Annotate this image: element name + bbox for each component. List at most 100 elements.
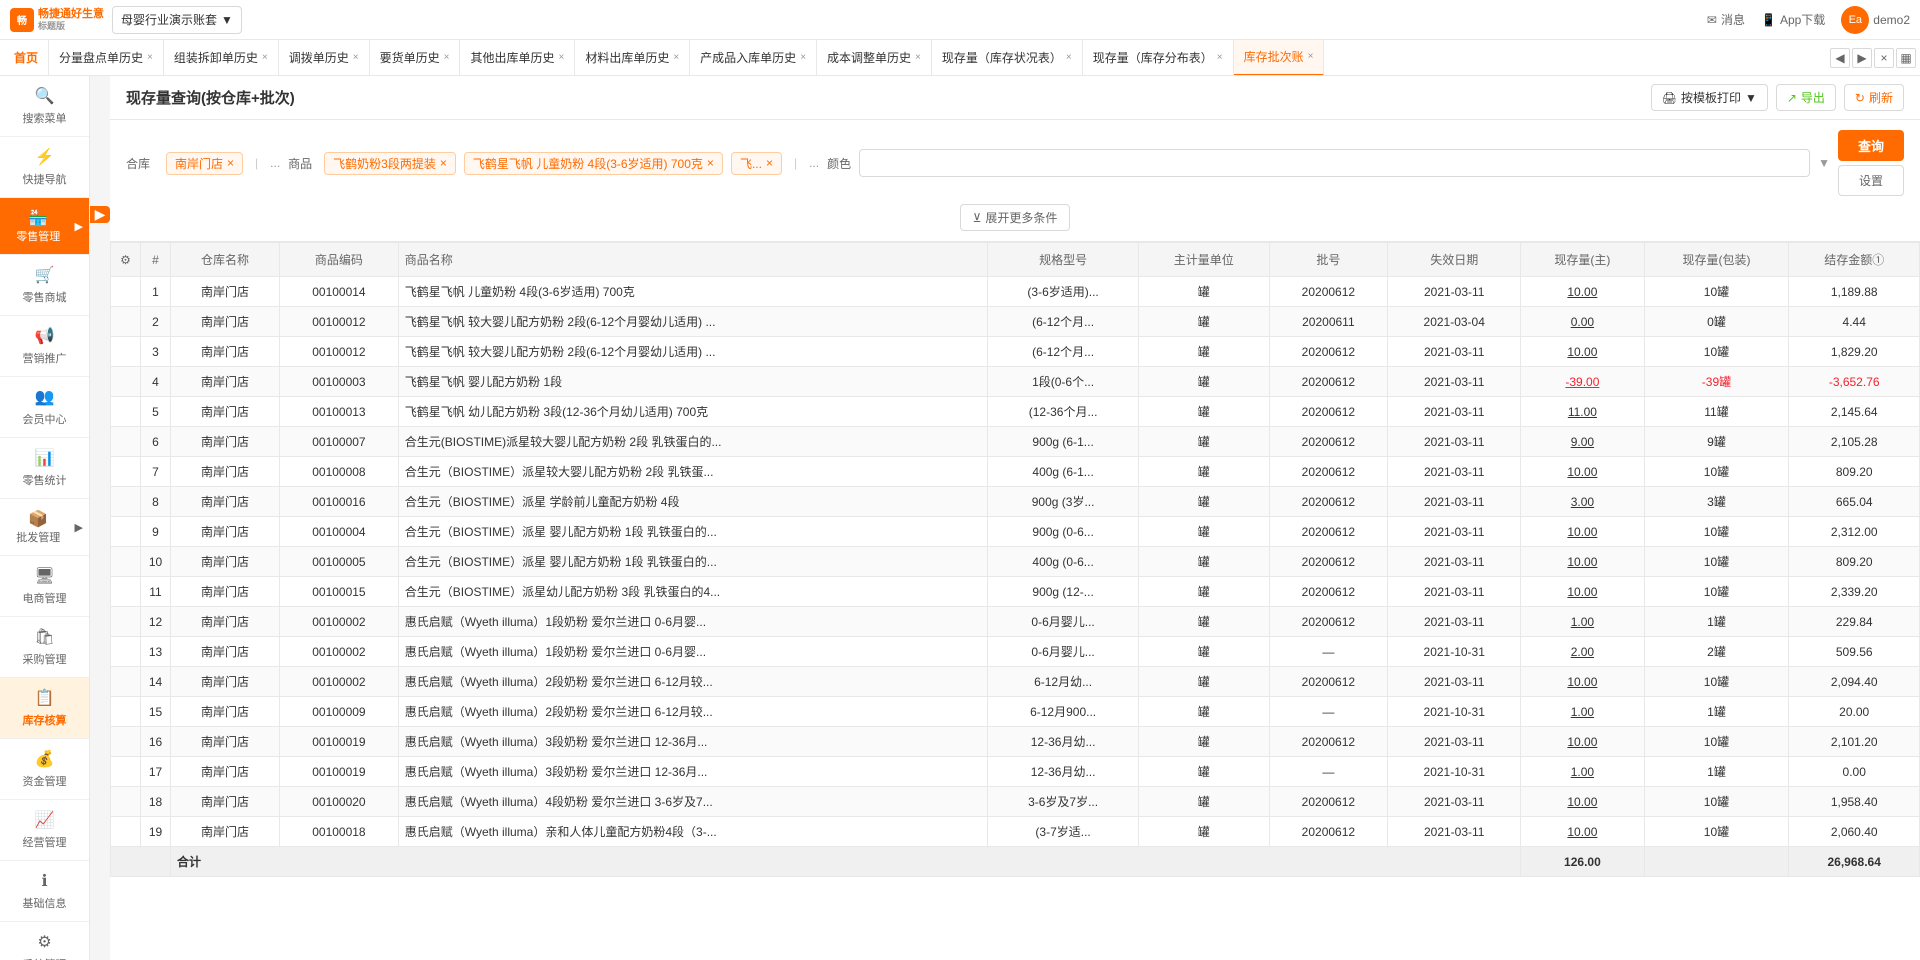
tab-7-close[interactable]: × [800,52,806,63]
row-stock-main[interactable]: 1.00 [1521,607,1644,637]
sidebar-item-retail-shop[interactable]: 🛒 零售商城 [0,255,89,316]
row-settings[interactable] [111,277,141,307]
tab-2-close[interactable]: × [262,52,268,63]
row-stock-main[interactable]: 10.00 [1521,577,1644,607]
row-stock-main[interactable]: 10.00 [1521,547,1644,577]
color-filter-input[interactable] [859,149,1810,177]
tab-11[interactable]: 库存批次账 × [1234,40,1325,76]
row-settings[interactable] [111,397,141,427]
tab-9-close[interactable]: × [1066,52,1072,63]
warehouse-filter-tag[interactable]: 南岸门店 × [166,152,243,175]
row-settings[interactable] [111,697,141,727]
tab-3[interactable]: 调拨单历史 × [279,40,370,76]
tab-menu-button[interactable]: ▦ [1896,48,1916,68]
sidebar-item-inventory[interactable]: 📋 库存核算 [0,678,89,739]
template-print-button[interactable]: 🖨 按模板打印 ▼ [1651,84,1768,111]
product-tag-3-close[interactable]: × [766,156,773,170]
sidebar-item-finance[interactable]: 💰 资金管理 [0,739,89,800]
tab-1-close[interactable]: × [147,52,153,63]
left-panel-toggle[interactable]: ▶ [90,206,110,223]
row-settings[interactable] [111,817,141,847]
export-button[interactable]: ↗ 导出 [1776,84,1836,111]
tab-10-close[interactable]: × [1217,52,1223,63]
tab-4[interactable]: 要货单历史 × [370,40,461,76]
col-settings[interactable]: ⚙ [111,243,141,277]
tab-11-close[interactable]: × [1308,51,1314,62]
row-stock-main[interactable]: 10.00 [1521,457,1644,487]
product-tag-3[interactable]: 飞... × [731,152,782,175]
row-stock-main[interactable]: 0.00 [1521,307,1644,337]
sidebar-item-system[interactable]: ⚙ 系统管理 [0,922,89,960]
row-stock-main[interactable]: 10.00 [1521,667,1644,697]
tab-8-close[interactable]: × [915,52,921,63]
product-tag-2-close[interactable]: × [707,156,714,170]
sidebar-item-business[interactable]: 📈 经营管理 [0,800,89,861]
tab-close-all-button[interactable]: × [1874,48,1894,68]
tab-6[interactable]: 材料出库单历史 × [575,40,690,76]
row-settings[interactable] [111,727,141,757]
row-settings[interactable] [111,547,141,577]
row-stock-main[interactable]: 11.00 [1521,397,1644,427]
row-stock-main[interactable]: 10.00 [1521,277,1644,307]
tab-2[interactable]: 组装拆卸单历史 × [164,40,279,76]
tab-5-close[interactable]: × [558,52,564,63]
row-settings[interactable] [111,577,141,607]
row-settings[interactable] [111,367,141,397]
warehouse-tag-close[interactable]: × [227,156,234,170]
product-tag-2[interactable]: 飞鹤星飞帆 儿童奶粉 4段(3-6岁适用) 700克 × [464,152,723,175]
tab-5[interactable]: 其他出库单历史 × [460,40,575,76]
row-settings[interactable] [111,427,141,457]
row-stock-main[interactable]: 1.00 [1521,697,1644,727]
row-settings[interactable] [111,757,141,787]
expand-conditions-button[interactable]: ⊻ 展开更多条件 [960,204,1071,231]
row-settings[interactable] [111,667,141,697]
row-settings[interactable] [111,307,141,337]
tab-6-close[interactable]: × [673,52,679,63]
sidebar-item-ecommerce[interactable]: 🖥 电商管理 [0,556,89,617]
sidebar-item-purchase[interactable]: 🛍 采购管理 [0,617,89,678]
tab-3-close[interactable]: × [353,52,359,63]
row-settings[interactable] [111,487,141,517]
tab-prev-button[interactable]: ◀ [1830,48,1850,68]
sidebar-item-search[interactable]: 🔍 搜索菜单 [0,76,89,137]
row-stock-main[interactable]: 10.00 [1521,727,1644,757]
row-settings[interactable] [111,787,141,817]
tab-next-button[interactable]: ▶ [1852,48,1872,68]
row-settings[interactable] [111,337,141,367]
row-stock-main[interactable]: 10.00 [1521,337,1644,367]
app-download-button[interactable]: 📱 App下载 [1761,11,1825,28]
row-stock-main[interactable]: -39.00 [1521,367,1644,397]
sidebar-item-members[interactable]: 👥 会员中心 [0,377,89,438]
sidebar-item-retail-management[interactable]: 🏪 零售管理 ▶ [0,198,89,255]
sidebar-item-shortcut[interactable]: ⚡ 快捷导航 [0,137,89,198]
warehouse-more[interactable]: ... [270,156,280,170]
user-menu[interactable]: Ea demo2 [1841,6,1910,34]
sidebar-item-basic-info[interactable]: ℹ 基础信息 [0,861,89,922]
row-stock-main[interactable]: 2.00 [1521,637,1644,667]
row-stock-main[interactable]: 10.00 [1521,817,1644,847]
sidebar-item-wholesale[interactable]: 📦 批发管理 ▶ [0,499,89,556]
row-settings[interactable] [111,517,141,547]
product-tag-1-close[interactable]: × [440,156,447,170]
row-settings[interactable] [111,607,141,637]
tab-4-close[interactable]: × [444,52,450,63]
row-stock-main[interactable]: 10.00 [1521,787,1644,817]
column-settings-icon[interactable]: ⚙ [120,253,131,267]
row-settings[interactable] [111,457,141,487]
settings-button[interactable]: 设置 [1838,165,1904,196]
sidebar-item-marketing[interactable]: 📢 营销推广 [0,316,89,377]
row-stock-main[interactable]: 1.00 [1521,757,1644,787]
tab-8[interactable]: 成本调整单历史 × [817,40,932,76]
row-settings[interactable] [111,637,141,667]
product-more[interactable]: ... [809,156,819,170]
tab-home[interactable]: 首页 [4,40,49,76]
row-stock-main[interactable]: 10.00 [1521,517,1644,547]
industry-selector[interactable]: 母婴行业演示账套 ▼ [112,6,242,34]
tab-1[interactable]: 分量盘点单历史 × [49,40,164,76]
row-stock-main[interactable]: 9.00 [1521,427,1644,457]
sidebar-item-retail-stats[interactable]: 📊 零售统计 [0,438,89,499]
product-tag-1[interactable]: 飞鹤奶粉3段两提装 × [324,152,456,175]
row-stock-main[interactable]: 3.00 [1521,487,1644,517]
tab-10[interactable]: 现存量（库存分布表） × [1083,40,1234,76]
tab-7[interactable]: 产成品入库单历史 × [690,40,817,76]
